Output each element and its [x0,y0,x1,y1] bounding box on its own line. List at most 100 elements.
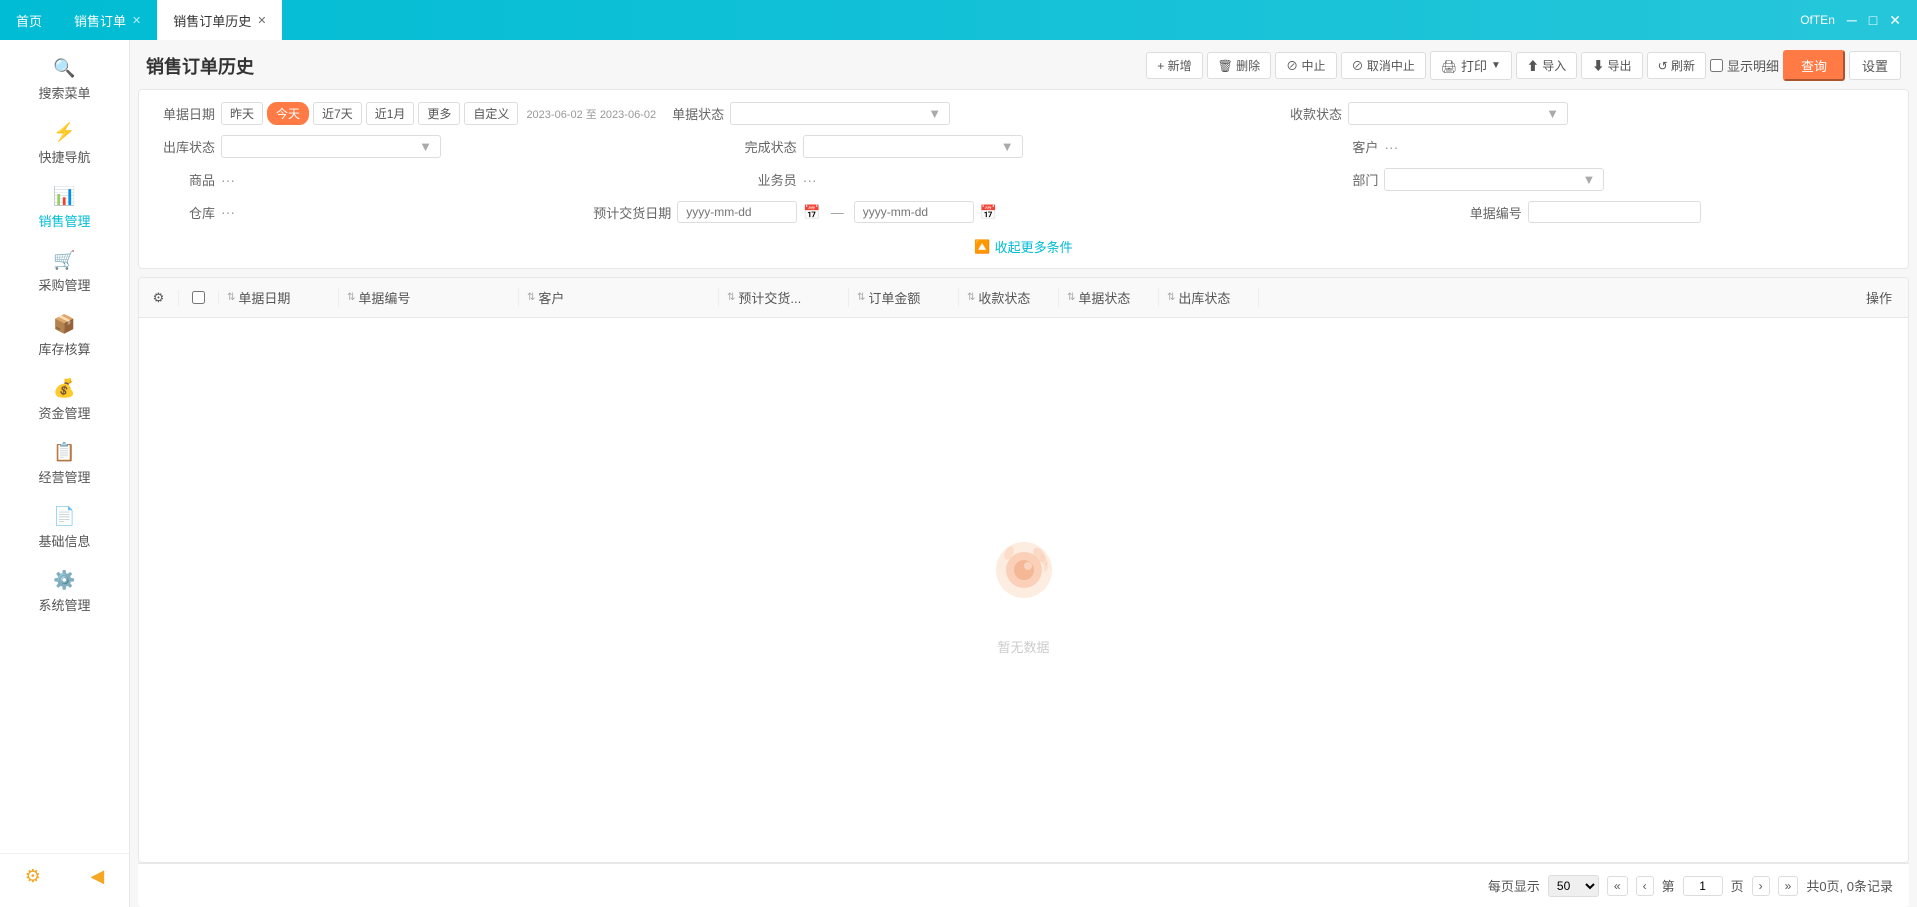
delete-button[interactable]: 🗑 删除 [1207,52,1272,79]
th-order-sort-icon[interactable]: ⇅ [1067,292,1075,303]
close-window-button[interactable]: ✕ [1885,12,1905,29]
sidebar-item-basic-info[interactable]: 📄 基础信息 [0,496,129,560]
delivery-calendar-start-icon[interactable]: 📅 [803,204,820,221]
filter-payment-status-col: 收款状态 ▼ [1282,102,1892,125]
print-button[interactable]: 🖨 打印 ▼ [1430,51,1512,80]
show-detail-checkbox[interactable] [1710,59,1723,72]
finance-icon: 💰 [53,378,75,399]
sidebar-item-finance[interactable]: 💰 资金管理 [0,368,129,432]
department-dropdown-icon: ▼ [1582,172,1595,187]
sidebar-item-purchase-mgmt[interactable]: 🛒 采购管理 [0,240,129,304]
print-dropdown-icon[interactable]: ▼ [1491,60,1501,71]
sidebar-collapse-icon[interactable]: ◀ [90,866,104,887]
sidebar-item-search-menu[interactable]: 🔍 搜索菜单 [0,48,129,112]
stop-button[interactable]: ⊘ 中止 [1275,52,1336,79]
last-page-button[interactable]: » [1778,876,1799,896]
delivery-date-end-input[interactable] [854,201,974,223]
table-settings-icon[interactable]: ⚙ [153,290,165,306]
customer-dots[interactable]: ··· [1384,139,1398,155]
tab-sales-history[interactable]: 销售订单历史 ✕ [157,0,282,40]
sidebar-item-inventory[interactable]: 📦 库存核算 [0,304,129,368]
tab-sales-order[interactable]: 销售订单 ✕ [58,0,157,40]
order-number-input[interactable] [1528,201,1701,223]
sidebar-item-quick-nav[interactable]: ⚡ 快捷导航 [0,112,129,176]
page-title: 销售订单历史 [146,53,254,79]
show-detail-checkbox-label[interactable]: 显示明细 [1710,56,1779,75]
outbound-status-select[interactable]: ▼ [221,135,441,158]
department-select[interactable]: ▼ [1384,168,1604,191]
sidebar-item-search-menu-label: 搜索菜单 [38,83,90,102]
th-sn-sort-icon[interactable]: ⇅ [347,292,355,303]
prev-page-button[interactable]: ‹ [1636,876,1654,896]
salesperson-dots[interactable]: ··· [803,172,817,188]
date-yesterday-btn[interactable]: 昨天 [221,102,263,125]
first-page-button[interactable]: « [1607,876,1628,896]
date-today-btn[interactable]: 今天 [267,102,309,125]
page-size-select[interactable]: 50 10 20 100 [1548,875,1599,897]
filter-order-status-col: 单据状态 ▼ [664,102,1274,125]
th-payment-status: ⇅ 收款状态 [959,288,1059,307]
th-sn-label: 单据编号 [358,288,410,307]
minimize-button[interactable]: ─ [1843,12,1861,28]
date-custom-btn[interactable]: 自定义 [464,102,518,125]
quick-nav-icon: ⚡ [53,122,75,143]
th-action: 操作 [1259,288,1908,307]
order-status-select[interactable]: ▼ [730,102,950,125]
show-detail-label: 显示明细 [1727,56,1779,75]
th-settings[interactable]: ⚙ [139,290,179,306]
completion-status-select[interactable]: ▼ [803,135,1023,158]
import-button[interactable]: ⬆ 导入 [1516,52,1577,79]
tab-sales-history-label: 销售订单历史 [173,11,251,30]
th-outbound-status: ⇅ 出库状态 [1159,288,1259,307]
sidebar-item-quick-nav-label: 快捷导航 [38,147,90,166]
query-button[interactable]: 查询 [1783,50,1845,81]
date-dash: — [827,205,848,220]
th-customer-sort-icon[interactable]: ⇅ [527,292,535,303]
refresh-button[interactable]: ↺ 刷新 [1647,52,1706,79]
page-number-input[interactable] [1683,876,1723,896]
chevron-up-icon: 🔼 [974,239,990,255]
th-checkbox[interactable] [179,291,219,304]
outbound-dropdown-icon: ▼ [419,139,432,154]
th-delivery-sort-icon[interactable]: ⇅ [727,292,735,303]
date-buttons: 昨天 今天 近7天 近1月 更多 自定义 2023-06-02 至 2023-0… [221,102,656,125]
sidebar-item-system-mgmt[interactable]: ⚙️ 系统管理 [0,560,129,624]
window-controls: ─ □ ✕ [1843,12,1905,29]
payment-status-select[interactable]: ▼ [1348,102,1568,125]
product-dots[interactable]: ··· [221,172,235,188]
sidebar-item-sales-mgmt[interactable]: 📊 销售管理 [0,176,129,240]
filter-product-col: 商品 ··· [155,170,729,189]
new-button[interactable]: + 新增 [1146,52,1202,79]
cancel-stop-button[interactable]: ⊘ 取消中止 [1341,52,1426,79]
date-1month-btn[interactable]: 近1月 [366,102,415,125]
next-page-button[interactable]: › [1752,876,1770,896]
warehouse-dots[interactable]: ··· [221,204,235,220]
warehouse-label: 仓库 [155,203,215,222]
sidebar-item-sales-mgmt-label: 销售管理 [38,211,90,230]
date-label: 单据日期 [155,104,215,123]
goto-label: 第 [1662,876,1675,895]
delivery-date-start-input[interactable] [677,201,797,223]
sidebar-bottom: ⚙ ◀ [0,853,129,899]
export-button[interactable]: ⬇ 导出 [1581,52,1642,79]
tab-sales-order-close[interactable]: ✕ [132,14,141,27]
maximize-button[interactable]: □ [1865,12,1881,28]
th-date: ⇅ 单据日期 [219,288,339,307]
settings-button[interactable]: 设置 [1849,51,1901,80]
th-amount-sort-icon[interactable]: ⇅ [857,292,865,303]
collapse-btn[interactable]: 🔼 收起更多条件 [155,233,1892,256]
date-more-btn[interactable]: 更多 [418,102,460,125]
tab-sales-history-close[interactable]: ✕ [257,14,266,27]
th-payment-sort-icon[interactable]: ⇅ [967,292,975,303]
th-sn: ⇅ 单据编号 [339,288,519,307]
th-outbound-sort-icon[interactable]: ⇅ [1167,292,1175,303]
sidebar-settings-icon[interactable]: ⚙ [25,866,41,887]
date-7days-btn[interactable]: 近7天 [313,102,362,125]
completion-label: 完成状态 [737,137,797,156]
total-records-text: 共0页, 0条记录 [1806,876,1893,895]
delivery-calendar-end-icon[interactable]: 📅 [980,204,997,221]
tab-home[interactable]: 首页 [0,0,58,40]
select-all-checkbox[interactable] [192,291,205,304]
th-date-sort-icon[interactable]: ⇅ [227,292,235,303]
sidebar-item-operations[interactable]: 📋 经营管理 [0,432,129,496]
